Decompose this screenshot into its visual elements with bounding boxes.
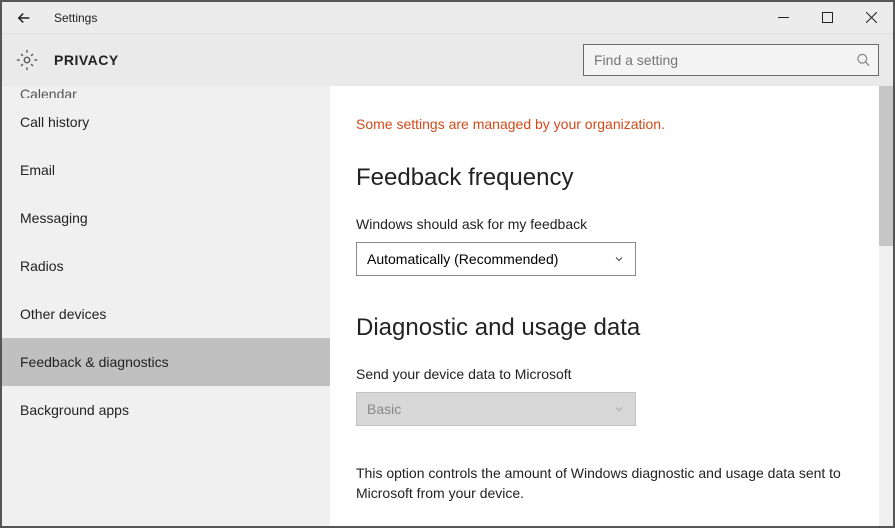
feedback-label: Windows should ask for my feedback: [356, 216, 867, 232]
gear-icon: [16, 49, 38, 71]
content: Some settings are managed by your organi…: [330, 86, 893, 526]
maximize-icon: [822, 12, 833, 23]
maximize-button[interactable]: [805, 2, 849, 34]
content-inner: Some settings are managed by your organi…: [356, 116, 867, 503]
chevron-down-icon: [613, 403, 625, 415]
feedback-frequency-select[interactable]: Automatically (Recommended): [356, 242, 636, 276]
org-notice: Some settings are managed by your organi…: [356, 116, 867, 132]
diagnostic-data-select: Basic: [356, 392, 636, 426]
search-input[interactable]: [583, 44, 879, 76]
feedback-frequency-value: Automatically (Recommended): [367, 251, 558, 267]
sidebar-item-background-apps[interactable]: Background apps: [2, 386, 330, 434]
titlebar-left: Settings: [2, 6, 97, 30]
titlebar: Settings: [2, 2, 893, 34]
scrollbar-thumb[interactable]: [879, 86, 893, 246]
back-button[interactable]: [12, 6, 36, 30]
minimize-icon: [778, 12, 789, 23]
body: Calendar Call history Email Messaging Ra…: [2, 86, 893, 526]
chevron-down-icon: [613, 253, 625, 265]
diagnostic-description: This option controls the amount of Windo…: [356, 464, 846, 503]
close-button[interactable]: [849, 2, 893, 34]
diagnostic-label: Send your device data to Microsoft: [356, 366, 867, 382]
sidebar-item-radios[interactable]: Radios: [2, 242, 330, 290]
section-title-diagnostic: Diagnostic and usage data: [356, 314, 867, 342]
sidebar-item-other-devices[interactable]: Other devices: [2, 290, 330, 338]
category-title: PRIVACY: [54, 52, 119, 68]
sidebar-item-calendar[interactable]: Calendar: [2, 86, 330, 98]
back-arrow-icon: [15, 9, 33, 27]
window-controls: [761, 2, 893, 34]
diagnostic-data-value: Basic: [367, 401, 401, 417]
header-left: PRIVACY: [16, 49, 119, 71]
search-icon: [856, 53, 871, 68]
section-title-feedback: Feedback frequency: [356, 164, 867, 192]
app-title: Settings: [54, 11, 97, 25]
scrollbar-track[interactable]: [879, 86, 893, 526]
sidebar-item-email[interactable]: Email: [2, 146, 330, 194]
header: PRIVACY: [2, 34, 893, 86]
sidebar-item-messaging[interactable]: Messaging: [2, 194, 330, 242]
close-icon: [866, 12, 877, 23]
minimize-button[interactable]: [761, 2, 805, 34]
search-wrap: [583, 44, 879, 76]
sidebar-item-call-history[interactable]: Call history: [2, 98, 330, 146]
sidebar: Calendar Call history Email Messaging Ra…: [2, 86, 330, 526]
sidebar-item-feedback-diagnostics[interactable]: Feedback & diagnostics: [2, 338, 330, 386]
